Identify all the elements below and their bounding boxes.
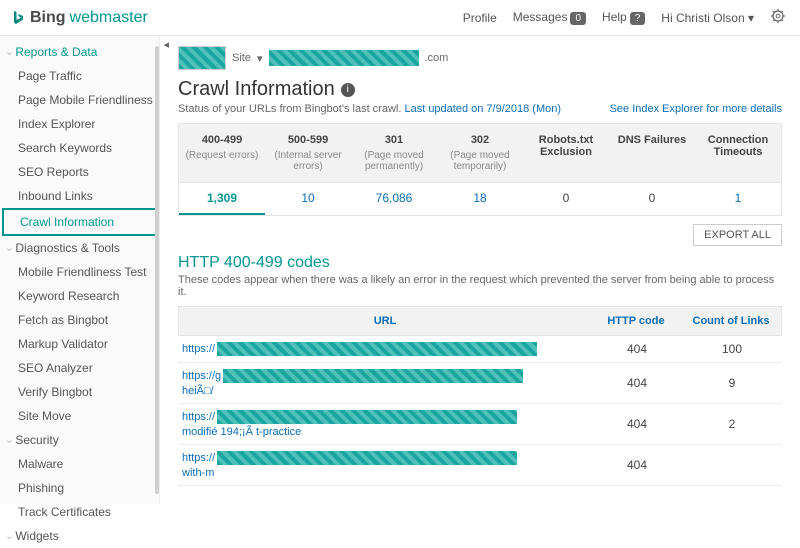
- nav-verify-bingbot[interactable]: Verify Bingbot: [0, 380, 159, 404]
- table-row[interactable]: https://modifié 194;¡Ã t-practice 404 2: [178, 404, 782, 445]
- nav-malware[interactable]: Malware: [0, 452, 159, 476]
- logo[interactable]: Bing webmaster: [10, 9, 148, 27]
- site-domain: .com: [425, 52, 449, 64]
- stats-values: 1,309 10 76,086 18 0 0 1: [178, 183, 782, 216]
- stat-302[interactable]: 302(Page moved temporarily): [437, 124, 523, 182]
- page-title: Crawl Information i: [178, 78, 782, 101]
- col-links[interactable]: Count of Links: [681, 307, 781, 335]
- stats-header: 400-499(Request errors) 500-599(Internal…: [178, 123, 782, 183]
- stat-robots[interactable]: Robots.txt Exclusion: [523, 124, 609, 182]
- nav-phishing[interactable]: Phishing: [0, 476, 159, 500]
- nav-mobile-test[interactable]: Mobile Friendliness Test: [0, 260, 159, 284]
- url-redacted: [217, 410, 517, 424]
- val-400[interactable]: 1,309: [179, 183, 265, 215]
- messages-badge: 0: [570, 12, 586, 25]
- table-row[interactable]: https://gheiÃ□/ 404 9: [178, 363, 782, 404]
- user-menu[interactable]: Hi Christi Olson ▾: [661, 11, 754, 25]
- nav-section-widgets[interactable]: Widgets: [0, 524, 159, 548]
- nav-crawl-information[interactable]: Crawl Information: [2, 208, 157, 236]
- last-updated: Last updated on 7/9/2018 (Mon): [404, 103, 561, 115]
- site-url-redacted: [269, 50, 419, 66]
- url-redacted: [223, 369, 523, 383]
- help-badge: ?: [630, 12, 646, 25]
- site-selector[interactable]: Site ▾ .com: [178, 46, 782, 70]
- nav-seo-reports[interactable]: SEO Reports: [0, 160, 159, 184]
- col-code[interactable]: HTTP code: [591, 307, 681, 335]
- index-explorer-link[interactable]: See Index Explorer for more details: [610, 103, 782, 115]
- stat-dns[interactable]: DNS Failures: [609, 124, 695, 182]
- section-desc: These codes appear when there was a like…: [178, 274, 782, 298]
- table-row[interactable]: https://with-m 404: [178, 445, 782, 486]
- brand-webmaster: webmaster: [70, 9, 148, 27]
- nav-markup-validator[interactable]: Markup Validator: [0, 332, 159, 356]
- help-link[interactable]: Help?: [602, 10, 645, 25]
- table-header: URL HTTP code Count of Links: [178, 306, 782, 336]
- nav-inbound-links[interactable]: Inbound Links: [0, 184, 159, 208]
- stat-500[interactable]: 500-599(Internal server errors): [265, 124, 351, 182]
- status-text: Status of your URLs from Bingbot's last …: [178, 103, 401, 115]
- val-302[interactable]: 18: [437, 183, 523, 215]
- nav-page-traffic[interactable]: Page Traffic: [0, 64, 159, 88]
- val-301[interactable]: 76,086: [351, 183, 437, 215]
- nav-section-diagnostics[interactable]: Diagnostics & Tools: [0, 236, 159, 260]
- brand-bing: Bing: [30, 9, 66, 27]
- nav-section-security[interactable]: Security: [0, 428, 159, 452]
- site-thumbnail: [178, 46, 226, 70]
- val-dns[interactable]: 0: [609, 183, 695, 215]
- nav-fetch-bingbot[interactable]: Fetch as Bingbot: [0, 308, 159, 332]
- nav-index-explorer[interactable]: Index Explorer: [0, 112, 159, 136]
- nav-search-keywords[interactable]: Search Keywords: [0, 136, 159, 160]
- bing-icon: [10, 10, 26, 26]
- nav-seo-analyzer[interactable]: SEO Analyzer: [0, 356, 159, 380]
- table-row[interactable]: https:// 404 100: [178, 336, 782, 363]
- nav-site-move[interactable]: Site Move: [0, 404, 159, 428]
- url-redacted: [217, 451, 517, 465]
- main-content: Site ▾ .com Crawl Information i Status o…: [160, 36, 800, 504]
- val-robots[interactable]: 0: [523, 183, 609, 215]
- col-url[interactable]: URL: [179, 307, 591, 335]
- info-icon[interactable]: i: [341, 83, 355, 97]
- sidebar: ◂ Reports & Data Page Traffic Page Mobil…: [0, 36, 160, 504]
- val-500[interactable]: 10: [265, 183, 351, 215]
- stat-301[interactable]: 301(Page moved permanently): [351, 124, 437, 182]
- stat-400[interactable]: 400-499(Request errors): [179, 124, 265, 182]
- stat-timeout[interactable]: Connection Timeouts: [695, 124, 781, 182]
- nav-keyword-research[interactable]: Keyword Research: [0, 284, 159, 308]
- section-title: HTTP 400-499 codes: [178, 254, 782, 272]
- nav-page-mobile[interactable]: Page Mobile Friendliness: [0, 88, 159, 112]
- url-redacted: [217, 342, 537, 356]
- export-all-button[interactable]: EXPORT ALL: [693, 224, 782, 246]
- site-label: Site: [232, 52, 251, 64]
- nav-section-reports[interactable]: Reports & Data: [0, 40, 159, 64]
- profile-link[interactable]: Profile: [463, 11, 497, 25]
- messages-link[interactable]: Messages0: [513, 10, 586, 25]
- val-timeout[interactable]: 1: [695, 183, 781, 215]
- gear-icon[interactable]: [770, 8, 786, 27]
